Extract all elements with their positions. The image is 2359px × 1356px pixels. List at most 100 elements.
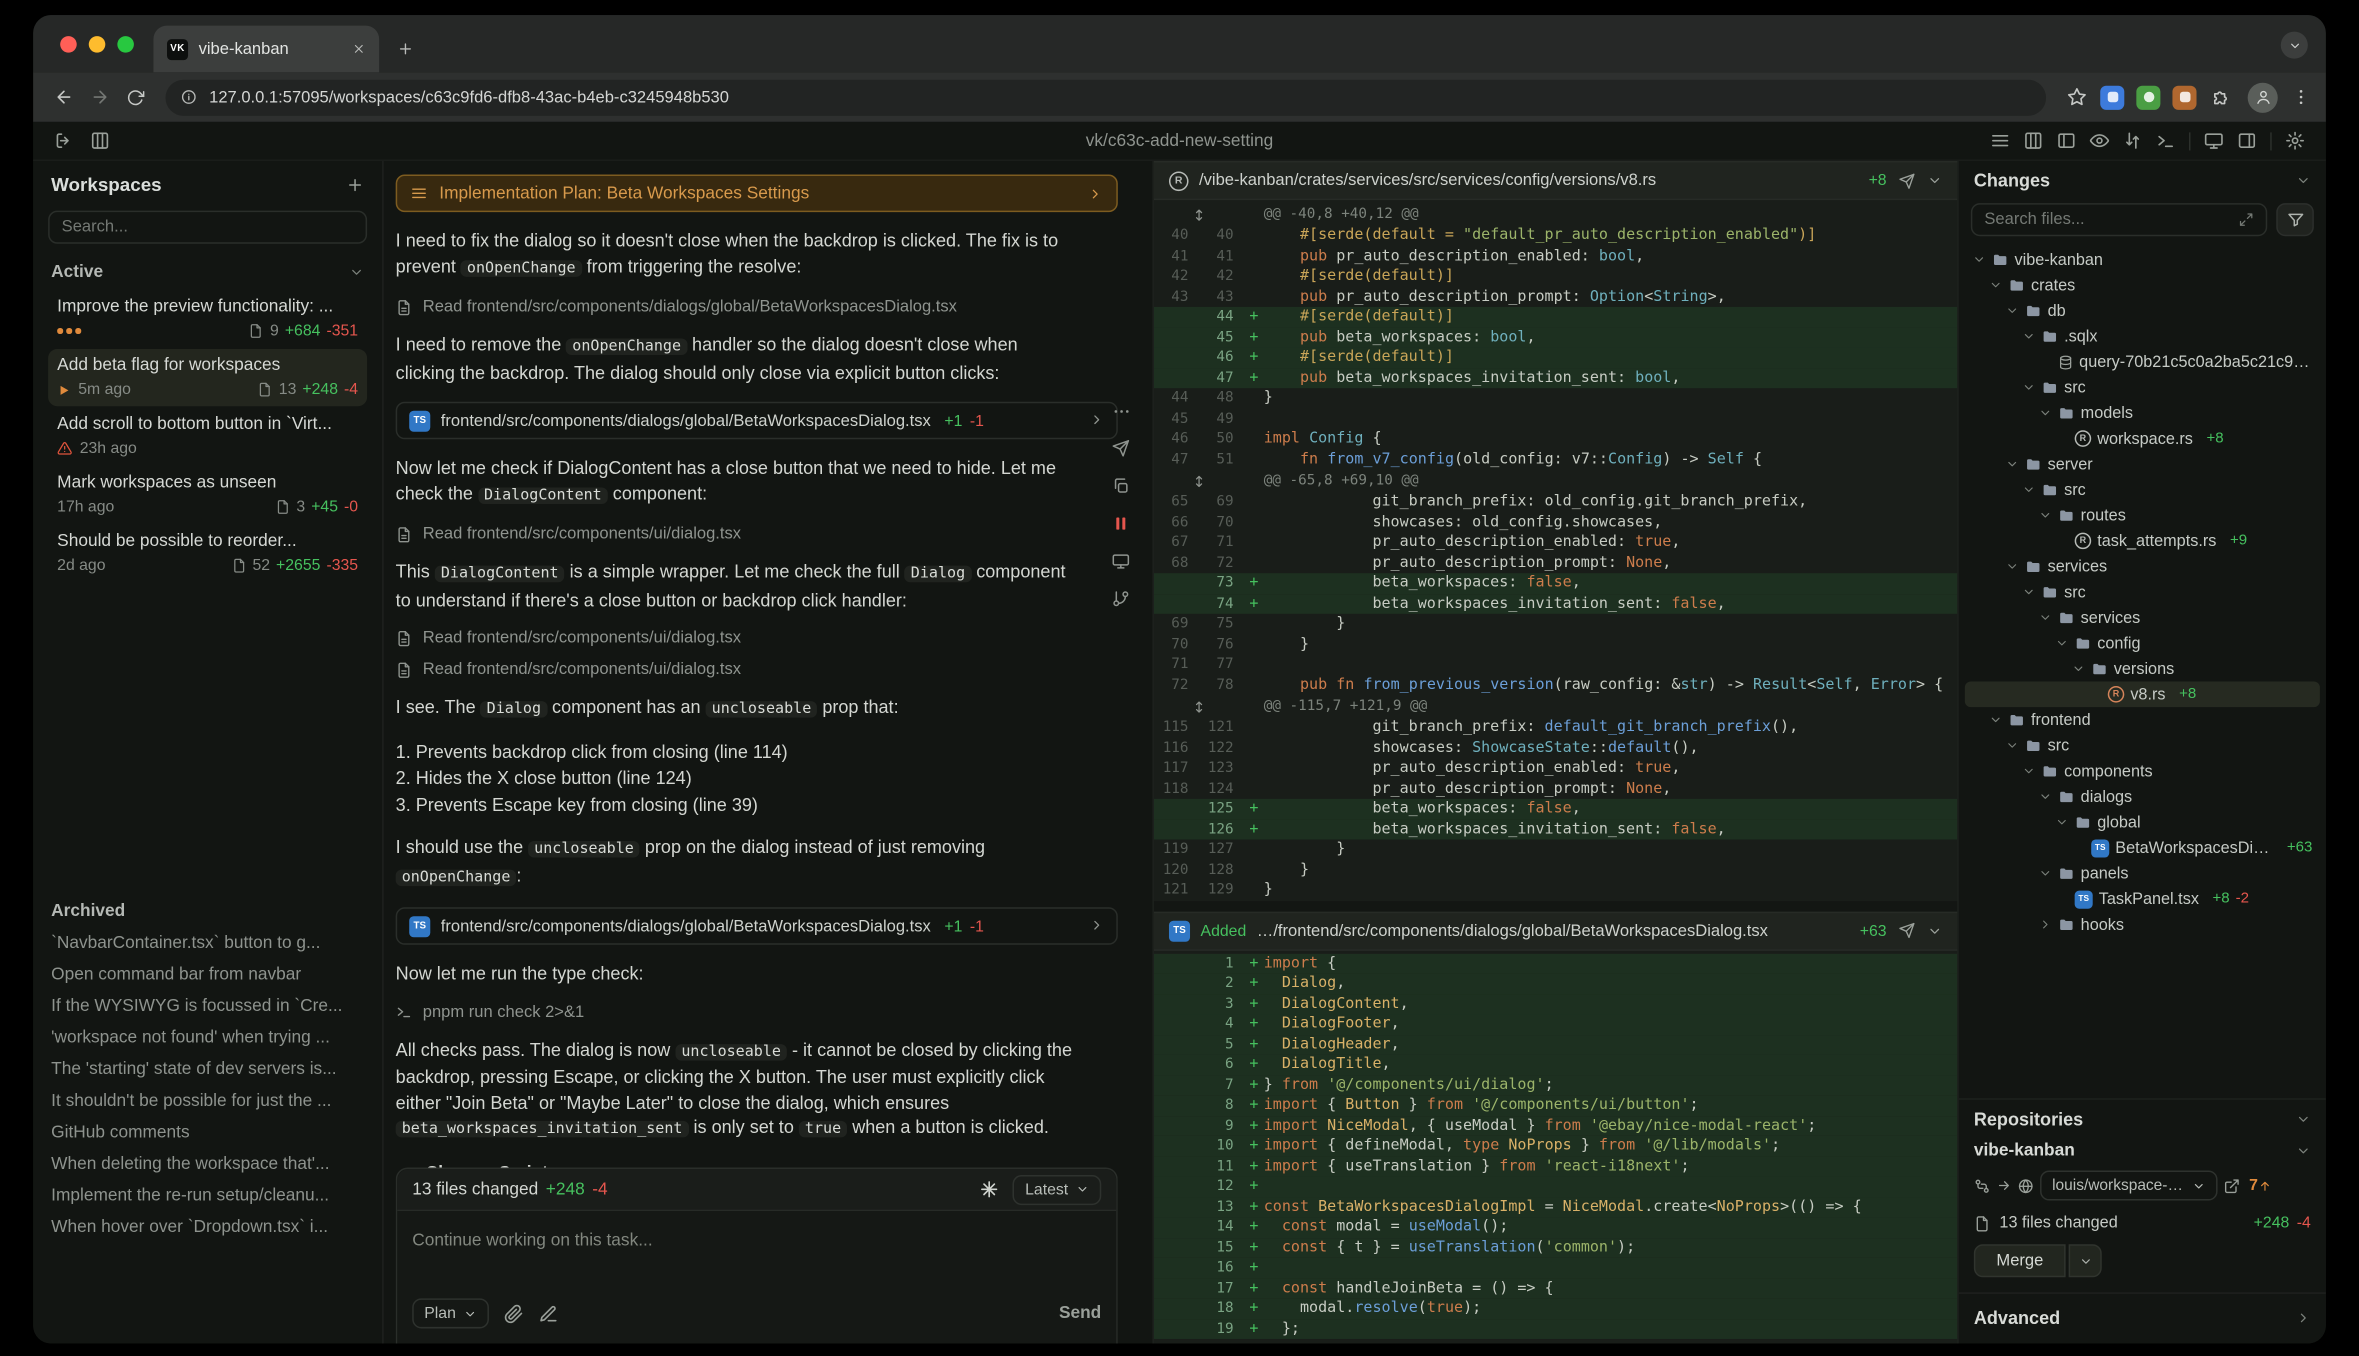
archived-workspace-item[interactable]: When hover over `Dropdown.tsx` i...	[48, 1213, 367, 1245]
attach-paperclip-button[interactable]	[504, 1303, 524, 1324]
tree-folder-row[interactable]: src	[1965, 477, 2320, 503]
send-button[interactable]: Send	[1059, 1304, 1101, 1322]
tool-call-row[interactable]: Read frontend/src/components/ui/dialog.t…	[396, 660, 1118, 679]
maximize-window-button[interactable]	[117, 36, 134, 53]
tab-list-chevron-button[interactable]	[2280, 31, 2308, 59]
panel-left-toggle-button[interactable]	[2057, 131, 2077, 151]
tree-folder-row[interactable]: crates	[1965, 272, 2320, 298]
merge-options-button[interactable]	[2068, 1244, 2103, 1278]
back-button[interactable]	[45, 79, 81, 115]
repositories-header[interactable]: Repositories	[1959, 1100, 2326, 1139]
expand-hunk-button[interactable]	[1154, 699, 1244, 714]
file-search-input[interactable]	[1984, 210, 2230, 229]
tool-call-row[interactable]: pnpm run check 2>&1	[396, 1003, 1118, 1021]
terminal-toggle-button[interactable]	[2156, 131, 2176, 151]
extension-icon-green[interactable]	[2136, 85, 2161, 110]
tree-file-row[interactable]: TS BetaWorkspacesDialog.tsx +63	[1965, 835, 2320, 861]
archived-workspace-item[interactable]: When deleting the workspace that'...	[48, 1149, 367, 1181]
tree-folder-row[interactable]: server	[1965, 451, 2320, 477]
tree-folder-row[interactable]: panels	[1965, 861, 2320, 887]
archived-workspace-item[interactable]: It shouldn't be possible for just the ..…	[48, 1086, 367, 1118]
monitor-button[interactable]	[1109, 549, 1133, 573]
file-edit-card[interactable]: TS frontend/src/components/dialogs/global…	[395, 401, 1118, 440]
tree-folder-row[interactable]: models	[1965, 400, 2320, 426]
changes-header[interactable]: Changes	[1959, 161, 2326, 200]
branch-select[interactable]: louis/workspace-onboarding	[2040, 1170, 2218, 1201]
edit-pen-button[interactable]	[539, 1304, 559, 1324]
expand-hunk-button[interactable]	[1154, 207, 1244, 222]
browser-tab[interactable]: VK vibe-kanban	[153, 25, 380, 73]
tree-folder-row[interactable]: db	[1965, 298, 2320, 324]
tree-file-row[interactable]: TS TaskPanel.tsx +8 -2	[1965, 886, 2320, 912]
archived-workspace-item[interactable]: 'workspace not found' when trying ...	[48, 1023, 367, 1055]
tree-folder-row[interactable]: components	[1965, 758, 2320, 784]
workspace-item[interactable]: Add scroll to bottom button in `Virt... 2…	[48, 408, 367, 465]
new-tab-button[interactable]	[385, 29, 424, 68]
diff-file-header[interactable]: R/vibe-kanban/crates/services/src/servic…	[1153, 160, 1958, 201]
files-changed-bar[interactable]: 13 files changed +248 -4 Latest	[397, 1168, 1117, 1212]
settings-gear-button[interactable]	[2285, 131, 2305, 151]
merge-button[interactable]: Merge	[1973, 1244, 2066, 1278]
archived-workspace-item[interactable]: The 'starting' state of dev servers is..…	[48, 1055, 367, 1087]
tree-folder-row[interactable]: routes	[1965, 502, 2320, 528]
bookmark-star-button[interactable]	[2058, 79, 2094, 115]
kanban-board-button[interactable]	[90, 131, 110, 151]
swap-panes-button[interactable]	[2123, 131, 2143, 151]
tree-folder-row[interactable]: hooks	[1965, 912, 2320, 938]
implementation-plan-card[interactable]: Implementation Plan: Beta Workspaces Set…	[395, 174, 1118, 213]
archived-workspace-item[interactable]: `NavbarContainer.tsx` button to g...	[48, 928, 367, 960]
add-workspace-button[interactable]	[346, 176, 364, 194]
tool-call-row[interactable]: Read frontend/src/components/dialogs/glo…	[396, 298, 1118, 316]
tool-call-row[interactable]: Read frontend/src/components/ui/dialog.t…	[396, 525, 1118, 543]
extensions-puzzle-button[interactable]	[2203, 79, 2239, 115]
tree-folder-row[interactable]: frontend	[1965, 707, 2320, 733]
collapse-sidebar-button[interactable]	[54, 131, 74, 151]
sparkle-icon[interactable]	[980, 1179, 1000, 1199]
file-edit-card[interactable]: TS frontend/src/components/dialogs/global…	[395, 907, 1118, 945]
archived-section-header[interactable]: Archived	[48, 892, 367, 928]
panel-right-toggle-button[interactable]	[2237, 131, 2257, 151]
more-options-button[interactable]	[1109, 399, 1133, 423]
open-external-button[interactable]	[2224, 1177, 2241, 1194]
workspace-search-input[interactable]	[61, 218, 354, 237]
tool-call-row[interactable]: Read frontend/src/components/ui/dialog.t…	[396, 629, 1118, 647]
active-section-header[interactable]: Active	[48, 253, 367, 289]
send-to-editor-button[interactable]	[1109, 436, 1133, 460]
tree-folder-row[interactable]: services	[1965, 605, 2320, 631]
mode-dropdown[interactable]: Plan	[412, 1298, 489, 1329]
tree-folder-row[interactable]: services	[1965, 554, 2320, 580]
extension-icon-blue[interactable]	[2100, 85, 2125, 110]
archived-workspace-item[interactable]: Open command bar from navbar	[48, 960, 367, 992]
reload-button[interactable]	[117, 79, 153, 115]
tab-close-icon[interactable]	[352, 42, 366, 56]
preview-eye-button[interactable]	[2089, 131, 2110, 151]
latest-dropdown[interactable]: Latest	[1013, 1174, 1102, 1205]
workspace-item[interactable]: Should be possible to reorder... 2d ago 52…	[48, 525, 367, 582]
workspace-item[interactable]: Add beta flag for workspaces 5m ago 13 +248…	[48, 349, 368, 407]
tree-folder-row[interactable]: src	[1965, 375, 2320, 401]
site-info-icon[interactable]	[181, 89, 198, 106]
workspace-item[interactable]: Improve the preview functionality: ... 9 +…	[48, 290, 367, 347]
tree-folder-row[interactable]: dialogs	[1965, 784, 2320, 810]
diff-file-header[interactable]: TS Added …/frontend/src/components/dialogs…	[1153, 910, 1958, 951]
pause-button[interactable]	[1109, 512, 1133, 536]
profile-avatar[interactable]	[2247, 81, 2278, 113]
expand-hunk-button[interactable]	[1154, 473, 1244, 488]
extension-icon-orange[interactable]	[2172, 85, 2197, 110]
forward-button[interactable]	[81, 79, 117, 115]
monitor-preview-button[interactable]	[2204, 131, 2224, 151]
tree-folder-row[interactable]: config	[1965, 630, 2320, 656]
archived-workspace-item[interactable]: If the WYSIWYG is focussed in `Cre...	[48, 991, 367, 1023]
tree-file-row[interactable]: Rworkspace.rs +8	[1965, 426, 2320, 452]
workspace-item[interactable]: Mark workspaces as unseen 17h ago 3 +45 -0	[48, 466, 367, 523]
tree-folder-row[interactable]: versions	[1965, 656, 2320, 682]
tree-folder-row[interactable]: vibe-kanban	[1965, 247, 2320, 273]
expand-search-icon[interactable]	[2239, 212, 2254, 227]
tree-file-row[interactable]: Rtask_attempts.rs +9	[1965, 528, 2320, 554]
advanced-section-header[interactable]: Advanced	[1958, 1292, 2326, 1331]
tree-file-row[interactable]: Rv8.rs +8	[1964, 681, 2320, 708]
archived-workspace-item[interactable]: GitHub comments	[48, 1118, 367, 1150]
tree-folder-row[interactable]: src	[1965, 579, 2320, 605]
tree-file-row[interactable]: query-70b21c5c0a2ba5c21c9c1132f14a68…	[1965, 349, 2320, 375]
tree-folder-row[interactable]: .sqlx	[1965, 323, 2320, 349]
